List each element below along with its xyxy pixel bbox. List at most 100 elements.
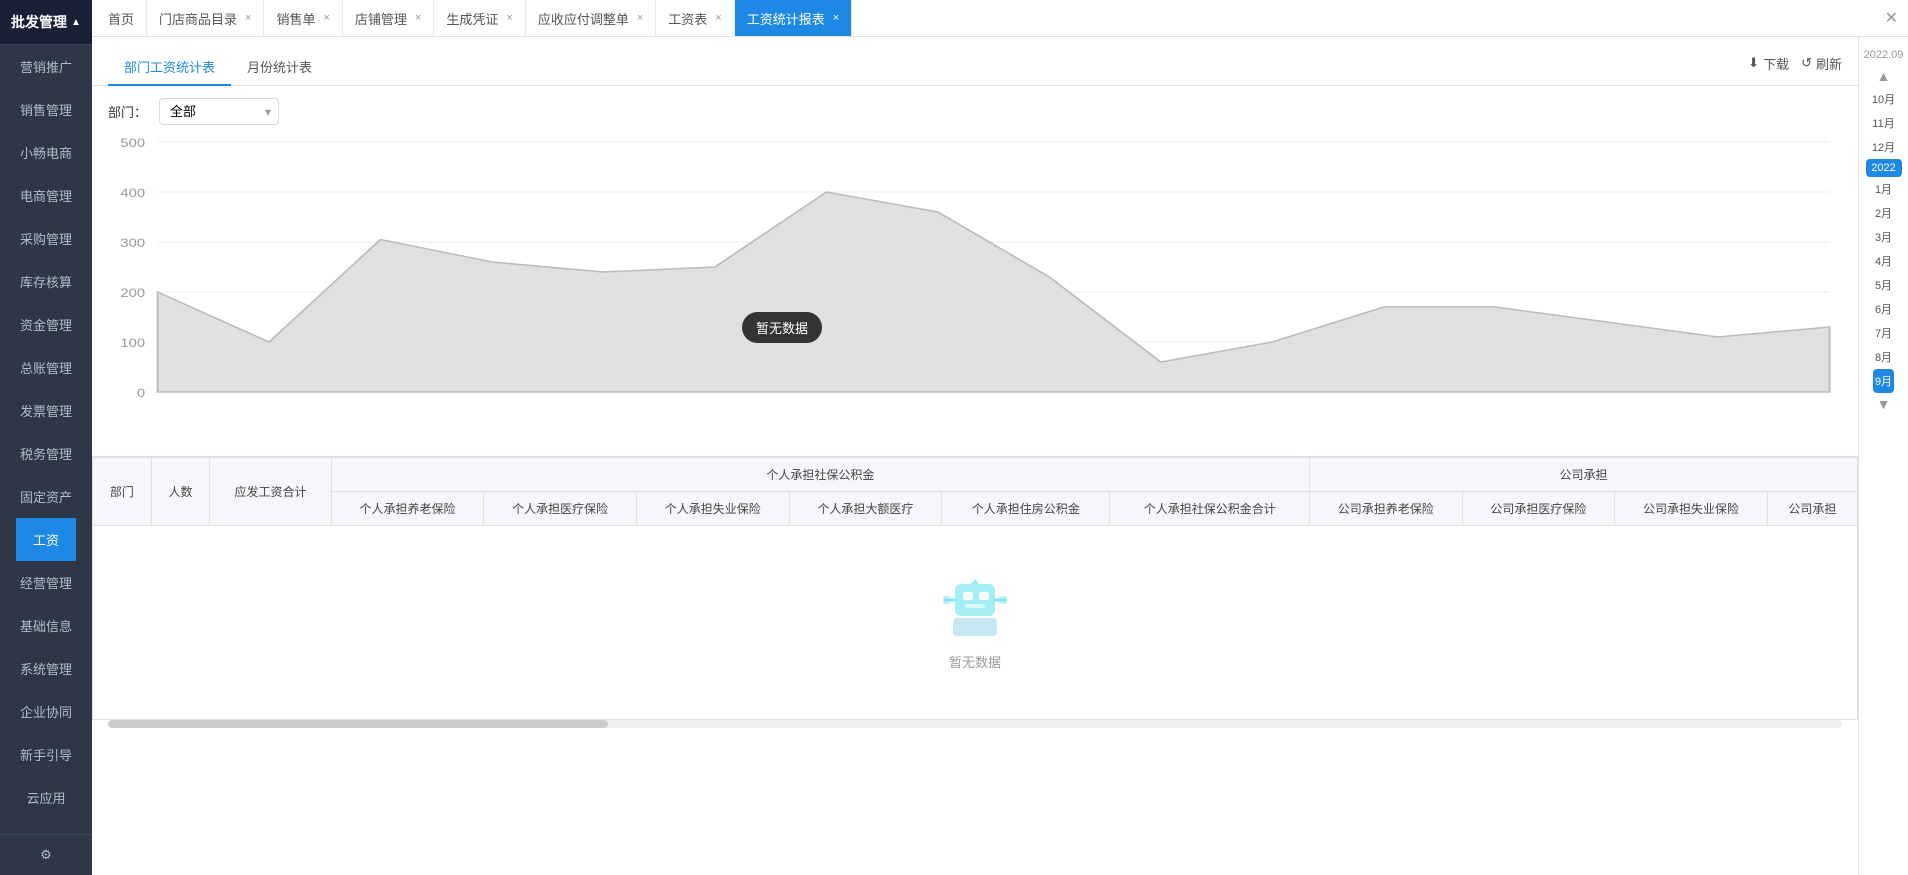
refresh-icon: ↺ [1801, 55, 1812, 71]
sidebar-header[interactable]: 批发管理 ▲ [0, 0, 92, 45]
svg-text:0: 0 [137, 386, 145, 399]
svg-text:200: 200 [120, 286, 145, 299]
tab-close-icon[interactable]: × [245, 13, 251, 24]
sidebar: 批发管理 ▲ 营销推广销售管理小畅电商电商管理采购管理库存核算资金管理总账管理发… [0, 0, 92, 875]
sub-tab-bar: 部门工资统计表月份统计表 ⬇ 下载 ↺ 刷新 [92, 37, 1858, 86]
tab-门店商品目录[interactable]: 门店商品目录 × [147, 0, 264, 36]
sidebar-title: 批发管理 [11, 12, 67, 32]
data-table: 部门 人数 应发工资合计 个人承担社保公积金 公司承担 个人承担养老保险 个人承担… [92, 457, 1858, 720]
sidebar-item-库存核算[interactable]: 库存核算 [16, 260, 76, 303]
tab-label: 生成凭证 [446, 9, 498, 28]
dept-select-wrap[interactable]: 全部技术部销售部行政部财务部 [159, 98, 279, 125]
sidebar-item-采购管理[interactable]: 采购管理 [16, 217, 76, 260]
col-公司承担: 公司承担 [1767, 492, 1857, 526]
sidebar-item-总账管理[interactable]: 总账管理 [16, 346, 76, 389]
tab-label: 应收应付调整单 [538, 9, 629, 28]
timeline-month-2月[interactable]: 2月 [1873, 201, 1894, 225]
timeline-month-7月[interactable]: 7月 [1873, 321, 1894, 345]
timeline-month-12月[interactable]: 12月 [1870, 135, 1897, 159]
page-content: 部门工资统计表月份统计表 ⬇ 下载 ↺ 刷新 部门： 全部技术部销售部行政部财务… [92, 37, 1858, 875]
timeline-month-9月[interactable]: 9月 [1873, 369, 1894, 393]
timeline-month-8月[interactable]: 8月 [1873, 345, 1894, 369]
col-personal-social: 个人承担社保公积金 [331, 458, 1309, 492]
col-公司承担养老保险: 公司承担养老保险 [1310, 492, 1463, 526]
tab-label: 门店商品目录 [159, 9, 237, 28]
table-empty-row: 暂无数据 [93, 526, 1858, 720]
download-button[interactable]: ⬇ 下载 [1748, 54, 1789, 73]
col-个人承担失业保险: 个人承担失业保险 [636, 492, 789, 526]
tab-工资统计报表[interactable]: 工资统计报表× [735, 0, 852, 36]
tab-应收应付调整单[interactable]: 应收应付调整单 × [526, 0, 656, 36]
sidebar-item-固定资产[interactable]: 固定资产 [16, 475, 76, 518]
tab-首页[interactable]: 首页 [96, 0, 147, 36]
timeline-year-2022[interactable]: 2022 [1866, 159, 1902, 177]
tab-工资表[interactable]: 工资表 × [656, 0, 734, 36]
timeline-month-3月[interactable]: 3月 [1873, 225, 1894, 249]
sidebar-item-企业协同[interactable]: 企业协同 [16, 690, 76, 733]
timeline-month-6月[interactable]: 6月 [1873, 297, 1894, 321]
table-scrollbar-thumb[interactable] [108, 720, 608, 728]
close-all-tabs-button[interactable]: ✕ [1875, 0, 1908, 36]
timeline-nav-up[interactable]: ▲ [1877, 65, 1891, 87]
dept-filter-label: 部门： [108, 102, 147, 121]
table-scrollbar[interactable] [108, 720, 1842, 728]
col-dept: 部门 [93, 458, 152, 526]
tab-销售单[interactable]: 销售单× [264, 0, 342, 36]
settings-icon: ⚙ [40, 847, 52, 862]
svg-text:400: 400 [120, 186, 145, 199]
timeline-month-11月[interactable]: 11月 [1870, 111, 1897, 135]
empty-icon [935, 574, 1015, 644]
tab-close-icon[interactable]: × [833, 13, 839, 24]
col-company-social: 公司承担 [1310, 458, 1858, 492]
area-chart: 500 400 300 200 100 0 [108, 137, 1842, 437]
empty-text: 暂无数据 [949, 652, 1001, 671]
refresh-label: 刷新 [1816, 54, 1842, 73]
sidebar-item-发票管理[interactable]: 发票管理 [16, 389, 76, 432]
sidebar-item-资金管理[interactable]: 资金管理 [16, 303, 76, 346]
dept-select[interactable]: 全部技术部销售部行政部财务部 [159, 98, 279, 125]
sidebar-item-销售管理[interactable]: 销售管理 [16, 88, 76, 131]
timeline-month-10月[interactable]: 10月 [1870, 87, 1897, 111]
svg-text:100: 100 [120, 336, 145, 349]
sidebar-item-税务管理[interactable]: 税务管理 [16, 432, 76, 475]
sidebar-item-营销推广[interactable]: 营销推广 [16, 45, 76, 88]
col-个人承担养老保险: 个人承担养老保险 [331, 492, 484, 526]
tab-close-icon[interactable]: × [637, 13, 643, 24]
empty-state: 暂无数据 [103, 534, 1847, 711]
sidebar-item-云应用[interactable]: 云应用 [16, 776, 76, 819]
sidebar-item-系统管理[interactable]: 系统管理 [16, 647, 76, 690]
sub-tab-月份统计表[interactable]: 月份统计表 [231, 49, 328, 86]
tab-label: 工资表 [668, 9, 707, 28]
content-area: 部门工资统计表月份统计表 ⬇ 下载 ↺ 刷新 部门： 全部技术部销售部行政部财务… [92, 37, 1908, 875]
sub-tab-部门工资统计表[interactable]: 部门工资统计表 [108, 49, 231, 86]
tab-close-icon[interactable]: × [323, 13, 329, 24]
sidebar-item-电商管理[interactable]: 电商管理 [16, 174, 76, 217]
sidebar-item-工资[interactable]: 工资 [16, 518, 76, 561]
timeline-month-1月[interactable]: 1月 [1873, 177, 1894, 201]
sidebar-item-新手引导[interactable]: 新手引导 [16, 733, 76, 776]
col-headcount: 人数 [151, 458, 210, 526]
tab-close-icon[interactable]: × [415, 13, 421, 24]
sidebar-footer-settings[interactable]: ⚙ [0, 834, 92, 875]
chart-area: 500 400 300 200 100 0 暂 [92, 137, 1858, 456]
col-个人承担社保公积金合计: 个人承担社保公积金合计 [1110, 492, 1310, 526]
timeline-panel: 2022.09 ▲ 10月11月12月 2022 1月2月3月4月5月6月7月8… [1858, 37, 1908, 875]
toolbar-right: ⬇ 下载 ↺ 刷新 [1748, 54, 1842, 81]
sidebar-item-基础信息[interactable]: 基础信息 [16, 604, 76, 647]
timeline-year-prev[interactable]: 2022.09 [1862, 45, 1906, 65]
main-area: 首页门店商品目录×销售单×店铺管理×生成凭证×应收应付调整单×工资表×工资统计报… [92, 0, 1908, 875]
tab-close-icon[interactable]: × [715, 13, 721, 24]
tab-店铺管理[interactable]: 店铺管理× [343, 0, 434, 36]
sidebar-item-经营管理[interactable]: 经营管理 [16, 561, 76, 604]
tab-生成凭证[interactable]: 生成凭证 × [434, 0, 525, 36]
tab-close-icon[interactable]: × [506, 13, 512, 24]
timeline-nav-down[interactable]: ▼ [1877, 393, 1891, 415]
col-公司承担失业保险: 公司承担失业保险 [1615, 492, 1768, 526]
timeline-month-4月[interactable]: 4月 [1873, 249, 1894, 273]
refresh-button[interactable]: ↺ 刷新 [1801, 54, 1842, 73]
timeline-month-5月[interactable]: 5月 [1873, 273, 1894, 297]
tab-label: 首页 [108, 9, 134, 28]
sidebar-item-小畅电商[interactable]: 小畅电商 [16, 131, 76, 174]
col-total-salary: 应发工资合计 [210, 458, 331, 526]
svg-text:300: 300 [120, 236, 145, 249]
